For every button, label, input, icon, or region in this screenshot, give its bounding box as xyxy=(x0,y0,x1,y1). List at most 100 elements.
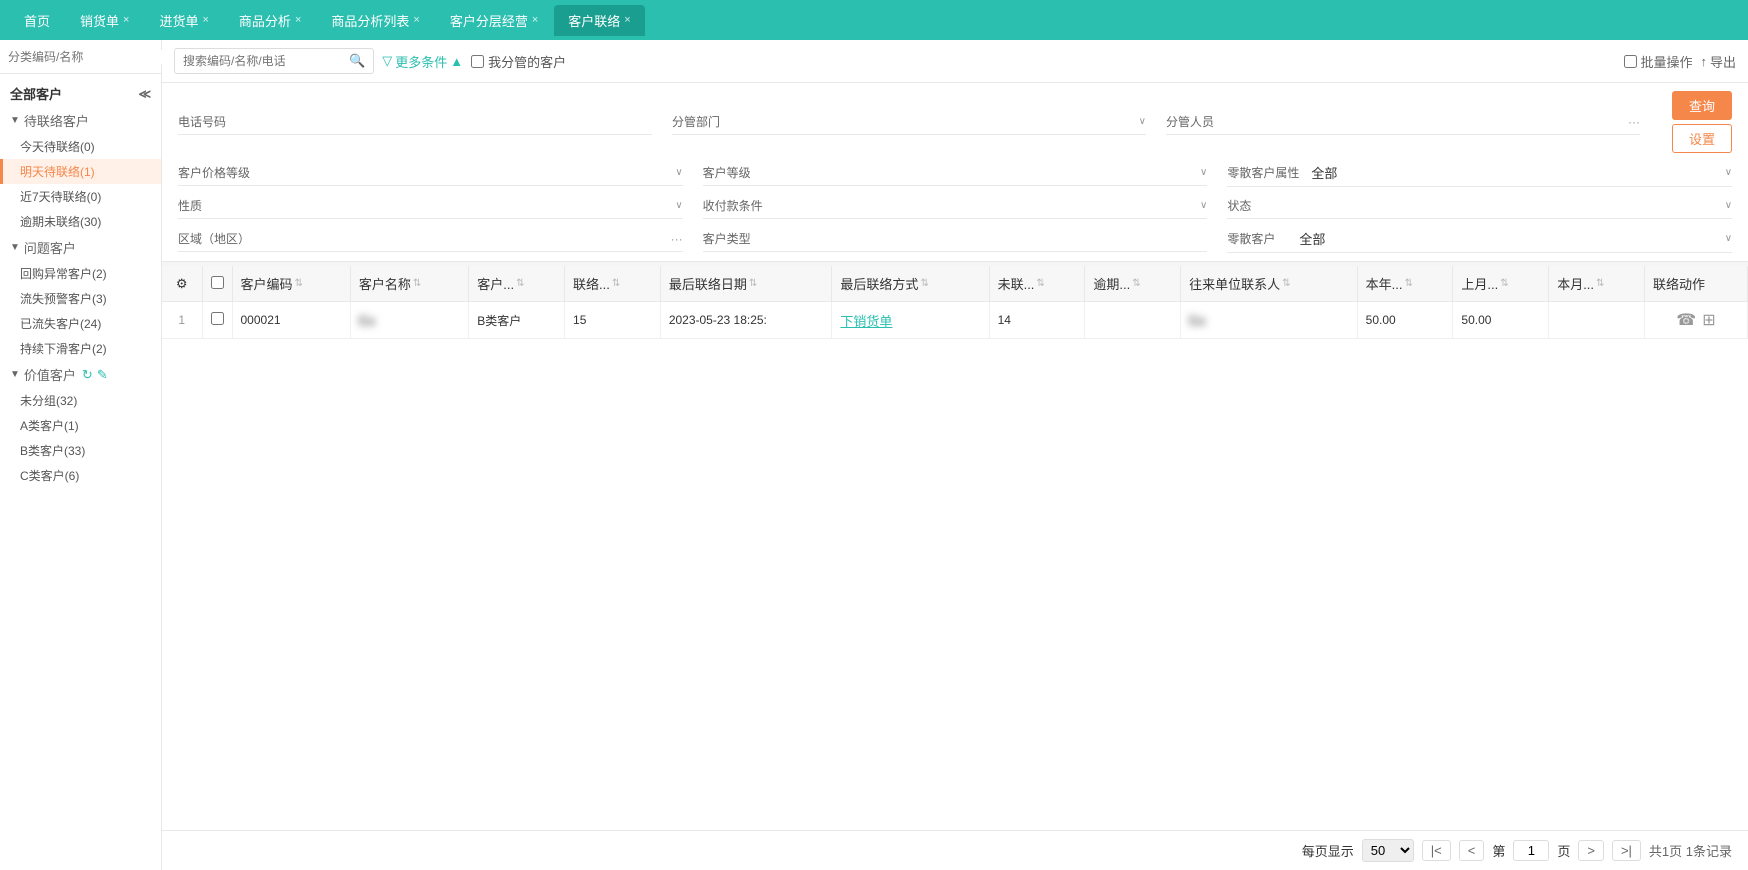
th-last-month[interactable]: 上月... ⇅ xyxy=(1453,266,1549,302)
export-icon: ↑ xyxy=(1700,54,1707,69)
my-customers-check-input[interactable] xyxy=(471,55,484,68)
th-contact-person[interactable]: 往来单位联系人 ⇅ xyxy=(1181,266,1358,302)
chevron-down-icon: ∨ xyxy=(1200,167,1207,178)
sidebar-group-pending[interactable]: ▼ 待联络客户 xyxy=(0,107,161,134)
triangle-icon: ▼ xyxy=(10,369,20,380)
sidebar-item-class-b[interactable]: B类客户(33) xyxy=(0,438,161,463)
filter-manager[interactable]: 分管人员 ··· xyxy=(1166,109,1640,135)
sidebar-item-tomorrow[interactable]: 明天待联络(1) xyxy=(0,159,161,184)
close-icon[interactable]: × xyxy=(624,14,630,26)
more-icon[interactable]: ··· xyxy=(671,232,683,246)
nav-tab-5[interactable]: 客户联络 × xyxy=(554,5,644,36)
my-customers-checkbox[interactable]: 我分管的客户 xyxy=(471,52,566,71)
nav-tab-0[interactable]: 销货单 × xyxy=(66,5,143,36)
phone-icon[interactable]: ☎ xyxy=(1676,310,1696,330)
nav-home[interactable]: 首页 xyxy=(10,5,64,36)
filter-status[interactable]: 状态 ∨ xyxy=(1227,193,1732,219)
sort-icon: ⇅ xyxy=(516,278,524,289)
triangle-icon: ▼ xyxy=(10,242,20,253)
filter-dept[interactable]: 分管部门 ∨ xyxy=(672,109,1146,135)
close-icon[interactable]: × xyxy=(532,14,538,26)
th-this-month[interactable]: 本月... ⇅ xyxy=(1549,266,1645,302)
filter-retail-attr[interactable]: 零散客户属性 全部 ∨ xyxy=(1227,159,1732,187)
filter-payment[interactable]: 收付款条件 ∨ xyxy=(703,193,1208,219)
sidebar-item-class-a[interactable]: A类客户(1) xyxy=(0,413,161,438)
sidebar-group-value[interactable]: ▼ 价值客户 ↻ ✎ xyxy=(0,361,161,388)
th-type[interactable]: 客户... ⇅ xyxy=(469,266,565,302)
sidebar-item-today[interactable]: 今天待联络(0) xyxy=(0,134,161,159)
select-all-checkbox[interactable] xyxy=(211,276,224,289)
sidebar-group-problem[interactable]: ▼ 问题客户 xyxy=(0,234,161,261)
reset-button[interactable]: 设置 xyxy=(1672,124,1732,153)
filter-icon: ▽ xyxy=(382,53,392,69)
nav-tab-4[interactable]: 客户分层经营 × xyxy=(436,5,552,36)
grid-icon[interactable]: ⊞ xyxy=(1702,310,1715,330)
sidebar-item-abnormal[interactable]: 回购异常客户(2) xyxy=(0,261,161,286)
close-icon[interactable]: × xyxy=(295,14,301,26)
filter-retail-customer[interactable]: 零散客户 全部 ∨ xyxy=(1227,225,1732,253)
sidebar-search-input[interactable] xyxy=(8,50,163,64)
close-icon[interactable]: × xyxy=(413,14,419,26)
bulk-op-button[interactable]: 批量操作 xyxy=(1624,52,1692,71)
last-page-button[interactable]: >| xyxy=(1612,840,1641,861)
th-overdue[interactable]: 逾期... ⇅ xyxy=(1085,266,1181,302)
row-this-month xyxy=(1549,302,1645,339)
more-filter-button[interactable]: ▽ 更多条件 ▲ xyxy=(382,52,463,71)
bulk-checkbox[interactable] xyxy=(1624,55,1637,68)
first-page-button[interactable]: |< xyxy=(1422,840,1451,861)
edit-icon[interactable]: ✎ xyxy=(97,367,108,383)
prev-page-button[interactable]: < xyxy=(1459,840,1485,861)
th-name[interactable]: 客户名称 ⇅ xyxy=(350,266,468,302)
sidebar-item-churned[interactable]: 已流失客户(24) xyxy=(0,311,161,336)
sidebar-item-7days[interactable]: 近7天待联络(0) xyxy=(0,184,161,209)
filter-nature[interactable]: 性质 ∨ xyxy=(178,193,683,219)
page-input[interactable] xyxy=(1513,840,1549,861)
filter-panel: 电话号码 分管部门 ∨ 分管人员 ··· 查询 设置 xyxy=(162,83,1748,262)
sort-icon: ⇅ xyxy=(1405,278,1413,289)
settings-icon[interactable]: ⚙ xyxy=(176,276,188,291)
sidebar-item-ungrouped[interactable]: 未分组(32) xyxy=(0,388,161,413)
nav-tab-2[interactable]: 商品分析 × xyxy=(225,5,315,36)
sidebar-item-overdue[interactable]: 逾期未联络(30) xyxy=(0,209,161,234)
more-icon[interactable]: ··· xyxy=(1628,115,1640,129)
th-this-year[interactable]: 本年... ⇅ xyxy=(1357,266,1453,302)
nav-tab-1[interactable]: 进货单 × xyxy=(145,5,222,36)
row-this-year: 50.00 xyxy=(1357,302,1453,339)
th-last-contact-method[interactable]: 最后联络方式 ⇅ xyxy=(832,266,989,302)
search-icon[interactable]: 🔍 xyxy=(349,53,365,69)
sidebar-item-declining[interactable]: 持续下滑客户(2) xyxy=(0,336,161,361)
row-uncontacted: 14 xyxy=(989,302,1085,339)
sidebar-item-churn-warning[interactable]: 流失预警客户(3) xyxy=(0,286,161,311)
th-settings[interactable]: ⚙ xyxy=(162,266,202,302)
sidebar-item-class-c[interactable]: C类客户(6) xyxy=(0,463,161,488)
filter-customer-level[interactable]: 客户等级 ∨ xyxy=(703,160,1208,186)
next-page-button[interactable]: > xyxy=(1578,840,1604,861)
filter-customer-type[interactable]: 客户类型 xyxy=(703,226,1208,252)
th-contact-count[interactable]: 联络... ⇅ xyxy=(565,266,661,302)
export-button[interactable]: ↑ 导出 xyxy=(1700,52,1736,71)
sidebar-all-customers[interactable]: 全部客户 ≪ xyxy=(0,80,161,107)
row-checkbox[interactable] xyxy=(202,302,232,339)
th-action: 联络动作 xyxy=(1644,266,1747,302)
close-icon[interactable]: × xyxy=(202,14,208,26)
nav-tab-3[interactable]: 商品分析列表 × xyxy=(317,5,433,36)
refresh-icon[interactable]: ↻ xyxy=(82,367,93,383)
filter-region[interactable]: 区域（地区） ··· xyxy=(178,226,683,252)
query-button[interactable]: 查询 xyxy=(1672,91,1732,120)
filter-price-level[interactable]: 客户价格等级 ∨ xyxy=(178,160,683,186)
main-search-input[interactable] xyxy=(183,54,343,68)
row-last-method[interactable]: 下销货单 xyxy=(832,302,989,339)
action-buttons: 查询 设置 xyxy=(1672,91,1732,153)
search-box: 🔍 xyxy=(174,48,374,74)
sort-icon: ⇅ xyxy=(1282,278,1290,289)
th-code[interactable]: 客户编码 ⇅ xyxy=(232,266,350,302)
footer: 每页显示 50 100 200 |< < 第 页 > >| 共1页 1条记录 xyxy=(162,830,1748,870)
table-body: 1 000021 Ea B类客户 15 2023-05-23 18:25: 下销… xyxy=(162,302,1748,339)
th-uncontacted[interactable]: 未联... ⇅ xyxy=(989,266,1085,302)
th-checkbox[interactable] xyxy=(202,266,232,302)
filter-phone: 电话号码 xyxy=(178,109,652,135)
th-last-contact-date[interactable]: 最后联络日期 ⇅ xyxy=(660,266,832,302)
close-icon[interactable]: × xyxy=(123,14,129,26)
page-size-select[interactable]: 50 100 200 xyxy=(1362,839,1414,862)
chevron-down-icon: ∨ xyxy=(1200,200,1207,211)
